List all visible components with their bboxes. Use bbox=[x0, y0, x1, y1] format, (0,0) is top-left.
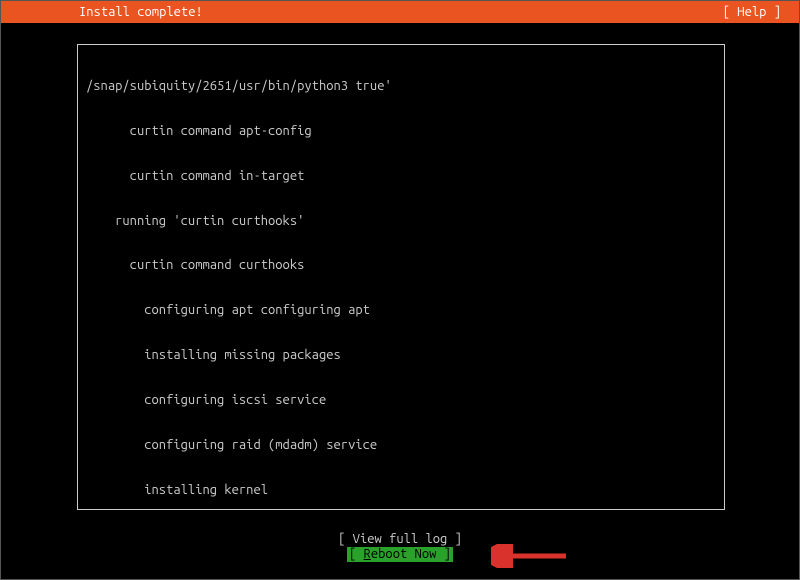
log-line: curtin command in-target bbox=[86, 169, 716, 184]
log-line: /snap/subiquity/2651/usr/bin/python3 tru… bbox=[86, 79, 716, 94]
log-line: configuring apt configuring apt bbox=[86, 303, 716, 318]
install-log-frame: /snap/subiquity/2651/usr/bin/python3 tru… bbox=[77, 44, 725, 510]
header-bar: Install complete! [ Help ] bbox=[1, 1, 799, 23]
log-line: configuring raid (mdadm) service bbox=[86, 438, 716, 453]
header-title: Install complete! bbox=[79, 5, 203, 20]
log-line: installing missing packages bbox=[86, 348, 716, 363]
view-full-log-button[interactable]: [ View full log ] bbox=[1, 532, 799, 547]
log-line: running 'curtin curthooks' bbox=[86, 214, 716, 229]
log-line: curtin command apt-config bbox=[86, 124, 716, 139]
reboot-now-button[interactable]: [ Reboot Now ] bbox=[347, 547, 453, 562]
button-area: [ View full log ] [ Reboot Now ] bbox=[1, 532, 799, 562]
reboot-hotkey: R bbox=[364, 547, 371, 561]
log-line: configuring iscsi service bbox=[86, 393, 716, 408]
help-button[interactable]: [ Help ] bbox=[723, 5, 781, 20]
log-line: installing kernel bbox=[86, 483, 716, 498]
annotation-arrow-icon bbox=[491, 544, 571, 568]
log-line: curtin command curthooks bbox=[86, 258, 716, 273]
